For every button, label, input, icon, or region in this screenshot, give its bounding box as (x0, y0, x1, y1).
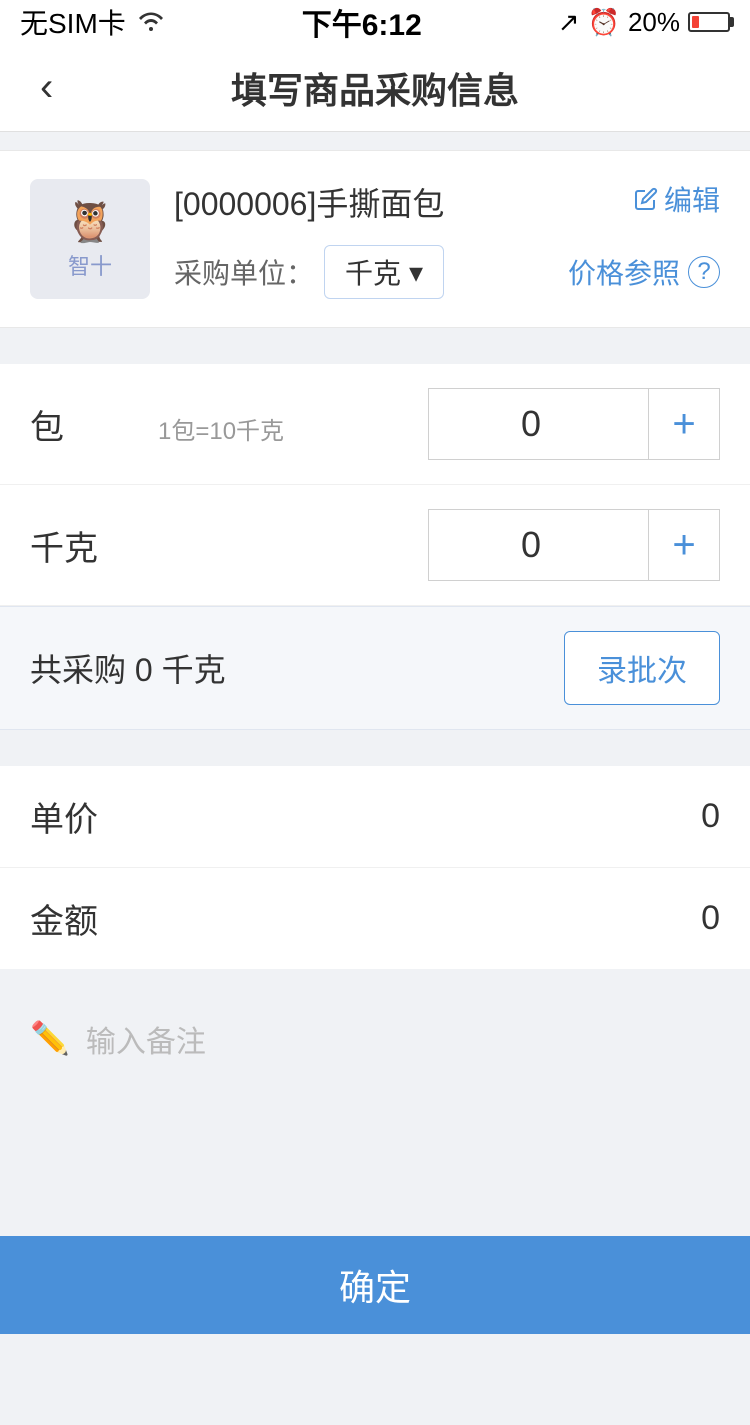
pencil-icon: ✏️ (30, 1019, 70, 1057)
quantity-section: 包 1包=10千克 + 千克 + (0, 364, 750, 606)
kg-plus-button[interactable]: + (648, 509, 720, 581)
kg-row: 千克 + (0, 485, 750, 606)
kg-input-wrap: + (150, 509, 720, 581)
carrier-label: 无SIM卡 (20, 2, 126, 42)
price-section: 单价 0 金额 0 (0, 766, 750, 969)
unit-price-row: 单价 0 (0, 766, 750, 868)
summary-text: 共采购 0 千克 (30, 645, 226, 691)
product-logo: 🦉 (65, 198, 115, 245)
divider-2 (0, 730, 750, 748)
status-right: ↗ ⏰ 20% (558, 7, 730, 38)
bag-input-wrap: + (284, 388, 720, 460)
product-header: [0000006]手撕面包 编辑 (174, 179, 720, 225)
wifi-icon (136, 6, 166, 38)
status-time: 下午6:12 (302, 0, 422, 44)
status-bar: 无SIM卡 下午6:12 ↗ ⏰ 20% (0, 0, 750, 44)
page-title: 填写商品采购信息 (231, 62, 519, 114)
bag-label: 包 (30, 400, 150, 449)
bag-input[interactable] (428, 388, 648, 460)
unit-price-value: 0 (701, 797, 720, 836)
edit-button[interactable]: 编辑 (634, 179, 720, 219)
battery-percent: 20% (628, 7, 680, 38)
back-button[interactable]: ‹ (30, 55, 63, 120)
remark-placeholder: 输入备注 (86, 1017, 206, 1061)
status-left: 无SIM卡 (20, 2, 166, 42)
amount-label: 金额 (30, 894, 98, 943)
price-ref-button[interactable]: 价格参照 ? (568, 252, 720, 292)
amount-value: 0 (701, 899, 720, 938)
alarm-icon: ⏰ (588, 7, 620, 38)
amount-row: 金额 0 (0, 868, 750, 969)
bag-plus-button[interactable]: + (648, 388, 720, 460)
product-unit-row: 采购单位： 千克 ▾ 价格参照 ? (174, 245, 720, 299)
unit-label: 采购单位： (174, 252, 314, 292)
confirm-button[interactable]: 确定 (0, 1236, 750, 1334)
bag-sublabel: 1包=10千克 (158, 411, 284, 446)
battery-icon (688, 12, 730, 32)
unit-price-label: 单价 (30, 792, 98, 841)
batch-button[interactable]: 录批次 (564, 631, 720, 705)
product-logo-text: 智十 (65, 249, 115, 281)
location-icon: ↗ (558, 7, 580, 38)
unit-dropdown-arrow: ▾ (409, 256, 423, 289)
bottom-space (0, 1327, 750, 1425)
product-image: 🦉 智十 (30, 179, 150, 299)
bag-row: 包 1包=10千克 + (0, 364, 750, 485)
kg-input[interactable] (428, 509, 648, 581)
product-name: [0000006]手撕面包 (174, 179, 444, 225)
unit-select[interactable]: 千克 ▾ (324, 245, 444, 299)
nav-bar: ‹ 填写商品采购信息 (0, 44, 750, 132)
summary-row: 共采购 0 千克 录批次 (0, 606, 750, 730)
divider-1 (0, 328, 750, 346)
product-card: 🦉 智十 [0000006]手撕面包 编辑 采购单位： 千克 ▾ (0, 150, 750, 328)
price-ref-help-icon[interactable]: ? (688, 256, 720, 288)
product-info: [0000006]手撕面包 编辑 采购单位： 千克 ▾ 价格参照 ? (174, 179, 720, 299)
kg-label: 千克 (30, 521, 150, 570)
